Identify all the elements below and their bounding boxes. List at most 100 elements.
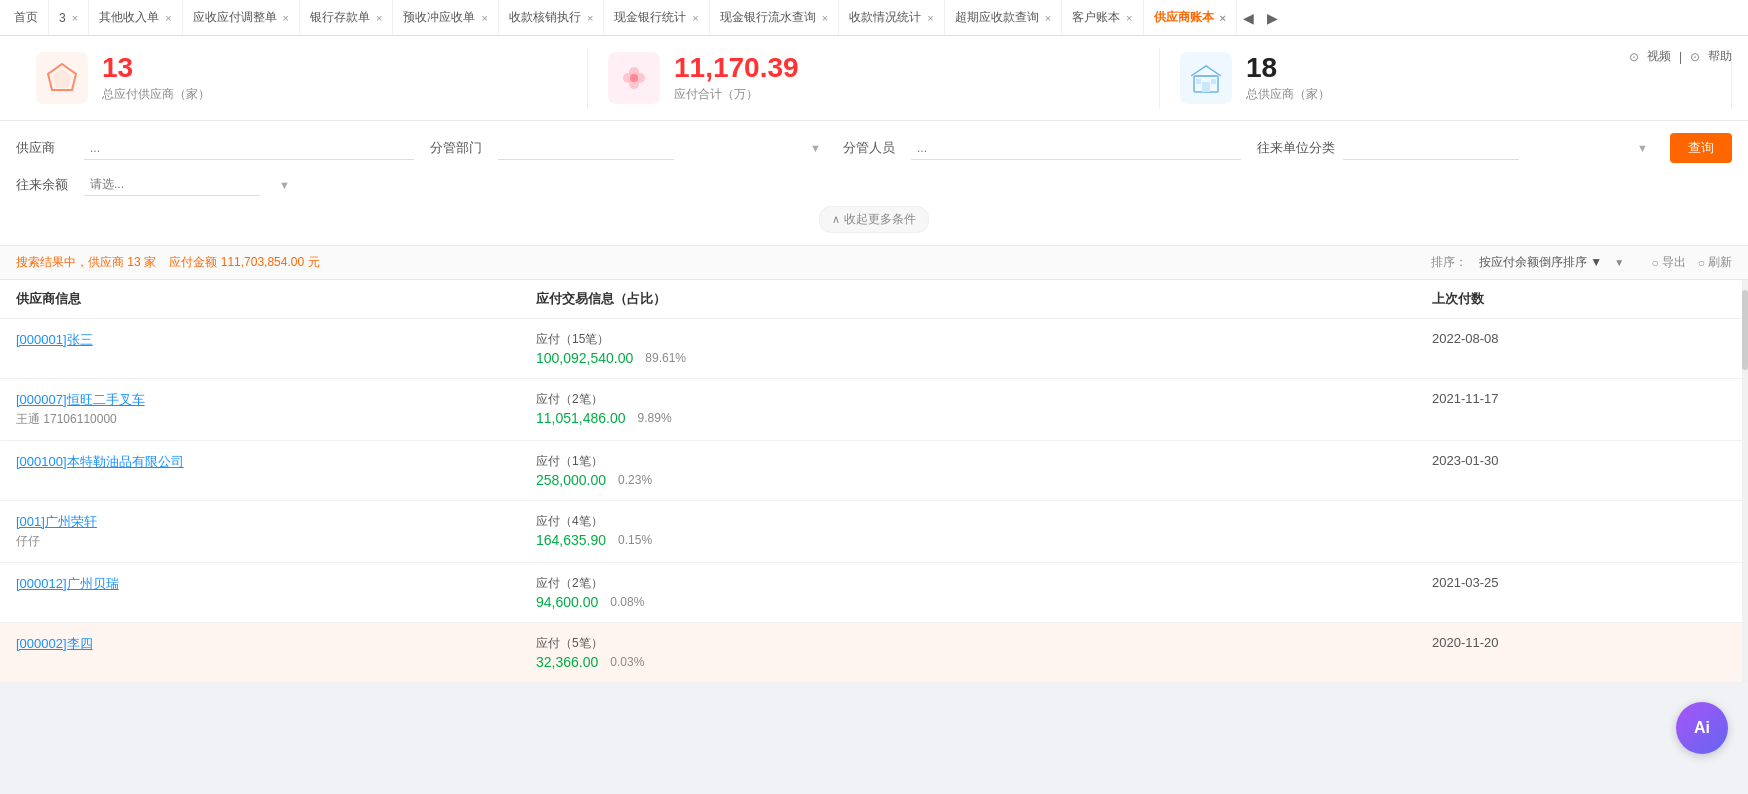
- supplier-link-3[interactable]: [000100]本特勒油品有限公司: [16, 454, 184, 469]
- nav-tab-other-income-close[interactable]: ×: [165, 12, 171, 24]
- collapse-button[interactable]: ∧ 收起更多条件: [819, 206, 929, 233]
- category-chevron-icon: ▼: [1637, 142, 1648, 154]
- supplier-sub-4: 仔仔: [16, 533, 536, 550]
- export-icon: ○: [1652, 256, 1659, 270]
- transaction-percent-2: 9.89%: [638, 411, 672, 425]
- transaction-row-3: 258,000.00 0.23%: [536, 472, 1432, 488]
- scrollbar-thumb[interactable]: [1742, 290, 1748, 370]
- supplier-link-5[interactable]: [000012]广州贝瑞: [16, 576, 119, 591]
- filter-category: 往来单位分类 ▼: [1257, 137, 1655, 160]
- nav-arrow-right[interactable]: ▶: [1261, 0, 1285, 36]
- nav-tab-supplier-account-close[interactable]: ×: [1220, 12, 1226, 24]
- transaction-info-4: 应付（4笔） 164,635.90 0.15%: [536, 513, 1432, 548]
- nav-tab-customer-account-close[interactable]: ×: [1126, 12, 1132, 24]
- supplier-info-5: [000012]广州贝瑞: [16, 575, 536, 595]
- col-header-last-payment: 上次付数: [1432, 290, 1732, 308]
- nav-tab-advance-collect-close[interactable]: ×: [481, 12, 487, 24]
- transaction-amount-4[interactable]: 164,635.90: [536, 532, 606, 548]
- video-link[interactable]: 视频: [1647, 48, 1671, 65]
- result-count-suffix: 家: [144, 255, 156, 269]
- last-payment-5: 2021-03-25: [1432, 575, 1732, 590]
- transaction-amount-3[interactable]: 258,000.00: [536, 472, 606, 488]
- nav-tab-bank-deposit-close[interactable]: ×: [376, 12, 382, 24]
- nav-tab-collect-verify-close[interactable]: ×: [587, 12, 593, 24]
- export-button[interactable]: ○ 导出: [1652, 254, 1686, 271]
- table-row: [000007]恒旺二手叉车 王通 17106110000 应付（2笔） 11,…: [0, 379, 1748, 441]
- divider: |: [1679, 50, 1682, 64]
- transaction-info-5: 应付（2笔） 94,600.00 0.08%: [536, 575, 1432, 610]
- refresh-button[interactable]: ○ 刷新: [1698, 254, 1732, 271]
- scrollbar-track[interactable]: [1742, 280, 1748, 683]
- svg-rect-9: [1196, 79, 1201, 84]
- summary-icon-flower: [608, 52, 660, 104]
- svg-rect-8: [1202, 82, 1210, 92]
- nav-tab-supplier-account[interactable]: 供应商账本 ×: [1144, 0, 1237, 36]
- transaction-amount-2[interactable]: 11,051,486.00: [536, 410, 626, 426]
- refresh-icon: ○: [1698, 256, 1705, 270]
- filter-supplier: 供应商: [16, 137, 414, 160]
- nav-tab-cash-bank-flow-close[interactable]: ×: [822, 12, 828, 24]
- transaction-percent-6: 0.03%: [610, 655, 644, 669]
- nav-tab-overdue-query[interactable]: 超期应收款查询 ×: [945, 0, 1062, 36]
- balance-filter-input[interactable]: [84, 173, 260, 196]
- nav-tab-home-label: 首页: [14, 9, 38, 26]
- nav-tab-cash-bank-stat-close[interactable]: ×: [692, 12, 698, 24]
- svg-point-6: [630, 74, 638, 82]
- nav-tab-ar-adjust-close[interactable]: ×: [283, 12, 289, 24]
- result-amount: 111,703,854.00: [221, 255, 304, 269]
- dept-filter-label: 分管部门: [430, 139, 490, 157]
- transaction-amount-5[interactable]: 94,600.00: [536, 594, 598, 610]
- nav-tab-home[interactable]: 首页: [4, 0, 49, 36]
- transaction-info-3: 应付（1笔） 258,000.00 0.23%: [536, 453, 1432, 488]
- nav-tab-cash-bank-flow[interactable]: 现金银行流水查询 ×: [710, 0, 839, 36]
- nav-tab-customer-account-label: 客户账本: [1072, 9, 1120, 26]
- balance-filter-label: 往来余额: [16, 176, 76, 194]
- nav-tab-customer-account[interactable]: 客户账本 ×: [1062, 0, 1143, 36]
- dept-filter-input[interactable]: [498, 137, 674, 160]
- total-suppliers-label: 总供应商（家）: [1246, 86, 1330, 103]
- refresh-label: 刷新: [1708, 254, 1732, 271]
- nav-tab-3[interactable]: 3 ×: [49, 0, 89, 36]
- transaction-amount-1[interactable]: 100,092,540.00: [536, 350, 633, 366]
- result-amount-suffix: 元: [308, 255, 320, 269]
- nav-arrow-left[interactable]: ◀: [1237, 0, 1261, 36]
- supplier-link-4[interactable]: [001]广州荣轩: [16, 514, 97, 529]
- help-link[interactable]: 帮助: [1708, 48, 1732, 65]
- nav-tab-bank-deposit[interactable]: 银行存款单 ×: [300, 0, 393, 36]
- transaction-amount-6[interactable]: 32,366.00: [536, 654, 598, 670]
- nav-tab-cash-bank-flow-label: 现金银行流水查询: [720, 9, 816, 26]
- supplier-filter-input[interactable]: [84, 137, 414, 160]
- person-filter-label: 分管人员: [843, 139, 903, 157]
- supplier-link-6[interactable]: [000002]李四: [16, 636, 93, 651]
- nav-tab-collect-stat-close[interactable]: ×: [927, 12, 933, 24]
- sort-value[interactable]: 按应付余额倒序排序 ▼: [1479, 254, 1602, 271]
- nav-tab-advance-collect[interactable]: 预收冲应收单 ×: [393, 0, 498, 36]
- transaction-label-3: 应付（1笔）: [536, 453, 1432, 470]
- transaction-row-1: 100,092,540.00 89.61%: [536, 350, 1432, 366]
- nav-tab-3-close[interactable]: ×: [72, 12, 78, 24]
- result-info: 搜索结果中，供应商 13 家 应付金额 111,703,854.00 元: [16, 254, 320, 271]
- nav-tab-collect-stat[interactable]: 收款情况统计 ×: [839, 0, 944, 36]
- help-icon: ⊙: [1690, 50, 1700, 64]
- nav-tab-other-income[interactable]: 其他收入单 ×: [89, 0, 182, 36]
- search-button[interactable]: 查询: [1670, 133, 1732, 163]
- supplier-link-1[interactable]: [000001]张三: [16, 332, 93, 347]
- payable-amount-number: 11,170.39: [674, 53, 799, 84]
- person-filter-input[interactable]: [911, 137, 1241, 160]
- category-filter-input[interactable]: [1343, 137, 1519, 160]
- nav-tab-cash-bank-stat[interactable]: 现金银行统计 ×: [604, 0, 709, 36]
- nav-tab-ar-adjust[interactable]: 应收应付调整单 ×: [183, 0, 300, 36]
- summary-payable-amount: 11,170.39 应付合计（万）: [588, 48, 1160, 108]
- supplier-link-2[interactable]: [000007]恒旺二手叉车: [16, 392, 145, 407]
- summary-bar: 13 总应付供应商（家） 11,170.39 应付合计（万）: [0, 36, 1748, 121]
- total-suppliers-number: 18: [1246, 53, 1330, 84]
- result-supplier-count: 13: [127, 255, 140, 269]
- result-prefix: 搜索结果中，供应商: [16, 255, 124, 269]
- filter-row-2: 往来余额 ▼: [16, 173, 1732, 196]
- filter-person: 分管人员: [843, 137, 1241, 160]
- transaction-percent-3: 0.23%: [618, 473, 652, 487]
- nav-tab-overdue-query-close[interactable]: ×: [1045, 12, 1051, 24]
- nav-tab-collect-verify[interactable]: 收款核销执行 ×: [499, 0, 604, 36]
- svg-marker-1: [52, 68, 72, 88]
- supplier-filter-label: 供应商: [16, 139, 76, 157]
